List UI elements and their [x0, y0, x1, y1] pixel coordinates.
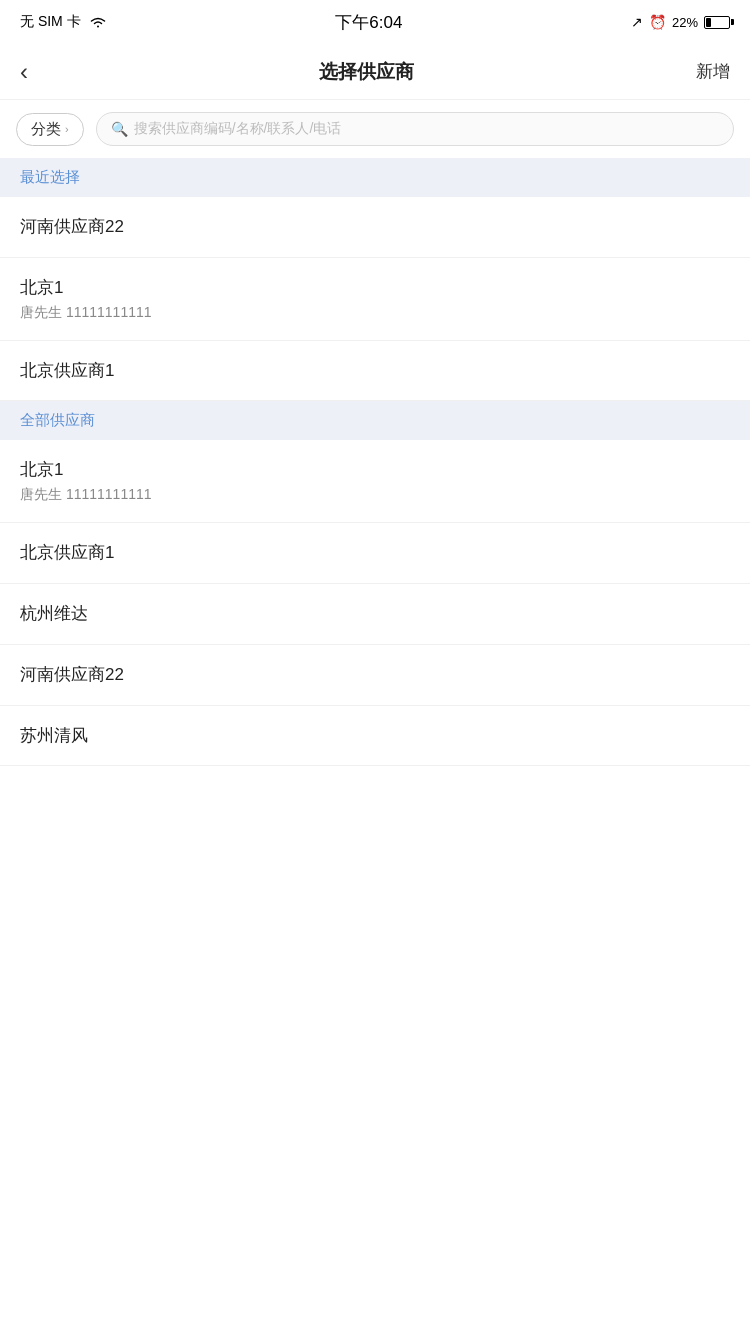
list-item[interactable]: 苏州清风	[0, 706, 750, 767]
list-item[interactable]: 河南供应商22	[0, 645, 750, 706]
filter-bar: 分类 › 🔍 搜索供应商编码/名称/联系人/电话	[0, 100, 750, 158]
sim-text: 无 SIM 卡	[20, 13, 81, 31]
status-time: 下午6:04	[335, 11, 402, 34]
battery-text: 22%	[672, 15, 698, 30]
nav-bar: ‹ 选择供应商 新增	[0, 44, 750, 100]
list-item[interactable]: 杭州维达	[0, 584, 750, 645]
page-title: 选择供应商	[36, 59, 696, 85]
search-box[interactable]: 🔍 搜索供应商编码/名称/联系人/电话	[96, 112, 734, 146]
recent-list: 河南供应商22 北京1 唐先生 11111111111 北京供应商1	[0, 197, 750, 401]
item-name: 北京1	[20, 276, 730, 300]
item-name: 河南供应商22	[20, 215, 730, 239]
back-button[interactable]: ‹	[12, 50, 36, 94]
list-item[interactable]: 北京1 唐先生 11111111111	[0, 440, 750, 523]
alarm-icon: ⏰	[649, 14, 666, 30]
status-left: 无 SIM 卡	[20, 13, 107, 31]
category-label: 分类	[31, 120, 61, 139]
status-right: ↗ ⏰ 22%	[631, 14, 730, 30]
list-item[interactable]: 北京1 唐先生 11111111111	[0, 258, 750, 341]
item-name: 北京供应商1	[20, 541, 730, 565]
item-name: 苏州清风	[20, 724, 730, 748]
wifi-icon	[89, 16, 107, 29]
item-name: 河南供应商22	[20, 663, 730, 687]
list-item[interactable]: 北京供应商1	[0, 341, 750, 402]
recent-section-header: 最近选择	[0, 158, 750, 197]
category-button[interactable]: 分类 ›	[16, 113, 84, 146]
list-item[interactable]: 北京供应商1	[0, 523, 750, 584]
item-name: 北京供应商1	[20, 359, 730, 383]
status-bar: 无 SIM 卡 下午6:04 ↗ ⏰ 22%	[0, 0, 750, 44]
item-sub: 唐先生 11111111111	[20, 304, 730, 322]
item-name: 杭州维达	[20, 602, 730, 626]
list-item[interactable]: 河南供应商22	[0, 197, 750, 258]
location-icon: ↗	[631, 14, 643, 30]
chevron-right-icon: ›	[65, 123, 69, 135]
battery-icon	[704, 16, 730, 29]
all-list: 北京1 唐先生 11111111111 北京供应商1 杭州维达河南供应商22 苏州清风	[0, 440, 750, 766]
search-placeholder: 搜索供应商编码/名称/联系人/电话	[134, 120, 342, 138]
battery-fill	[706, 18, 711, 27]
add-button[interactable]: 新增	[696, 60, 730, 83]
item-sub: 唐先生 11111111111	[20, 486, 730, 504]
all-section-header: 全部供应商	[0, 401, 750, 440]
search-icon: 🔍	[111, 121, 128, 137]
item-name: 北京1	[20, 458, 730, 482]
